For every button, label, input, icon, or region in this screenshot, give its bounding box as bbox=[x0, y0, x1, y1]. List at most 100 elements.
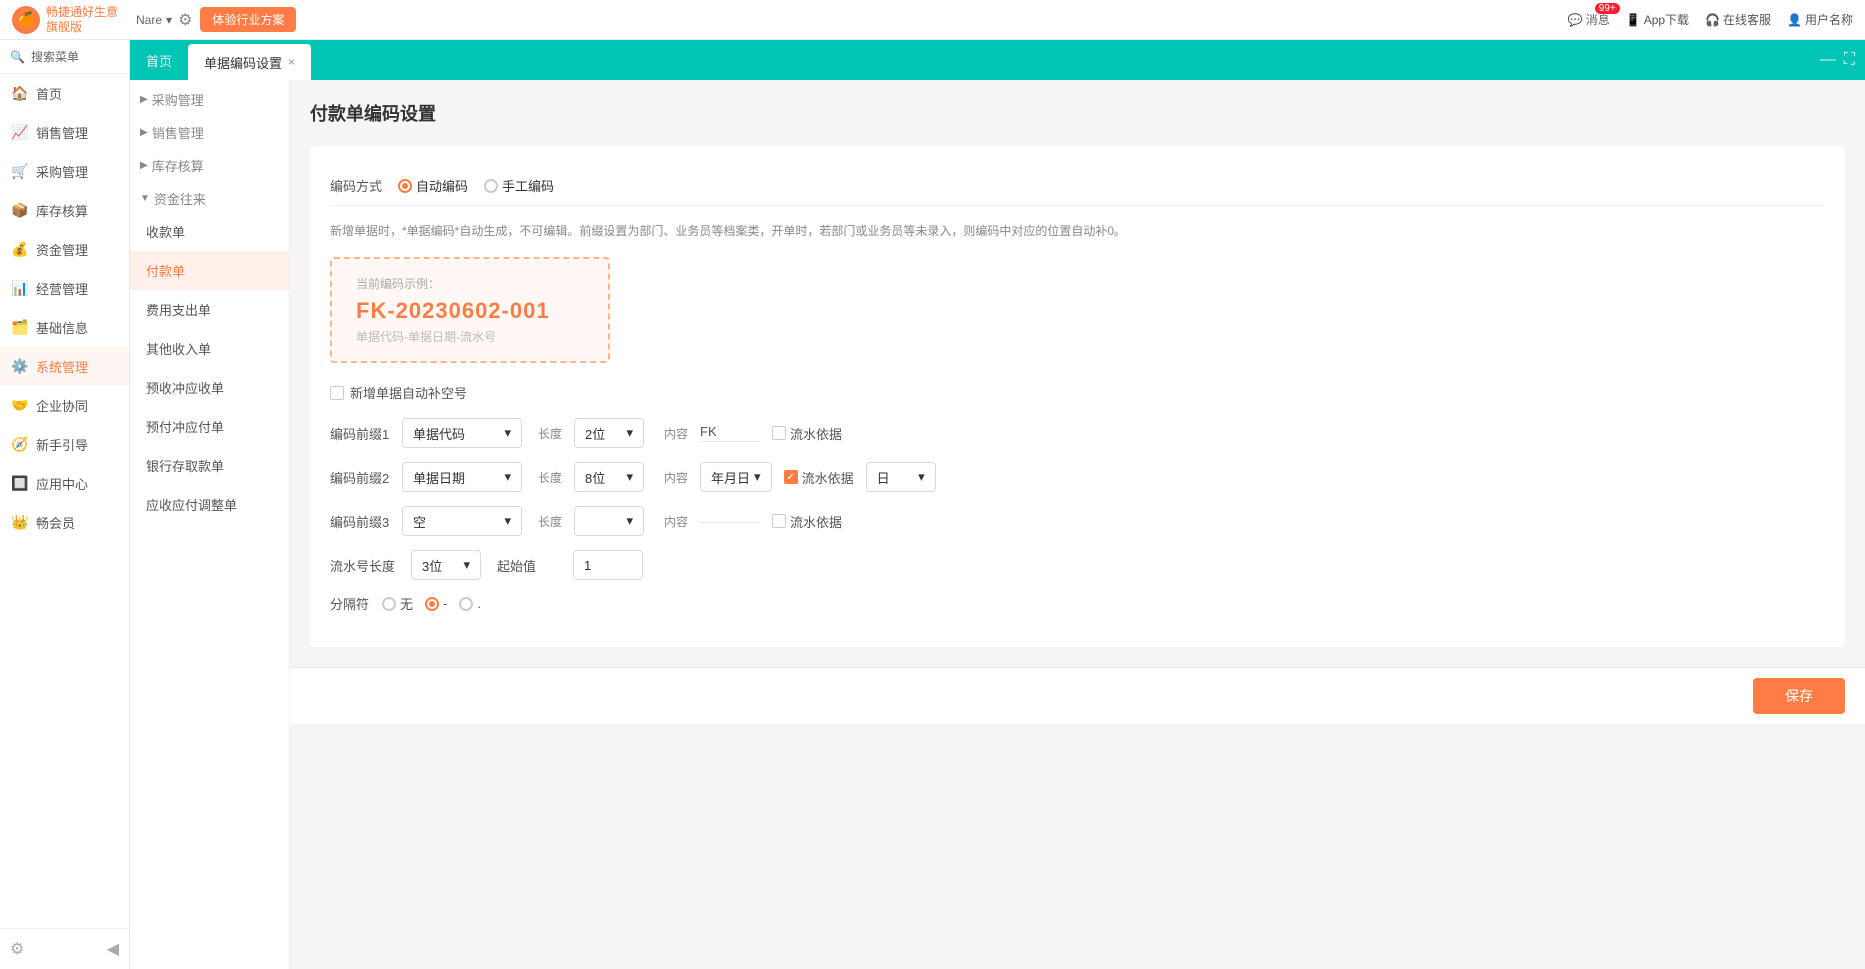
length1-label: 长度 bbox=[538, 425, 562, 442]
manual-encode-dot bbox=[484, 179, 498, 193]
trial-button[interactable]: 体验行业方案 bbox=[200, 7, 296, 32]
stream3-checkbox[interactable]: 流水依据 bbox=[772, 512, 842, 531]
content-with-submenu: ▶ 采购管理 ▶ 销售管理 ▶ 库存核算 ▼ 资金往来 收款单 付款单 费用支出… bbox=[130, 80, 1865, 969]
home-icon: 🏠 bbox=[12, 86, 28, 102]
search-icon: 🔍 bbox=[10, 50, 25, 64]
sidebar-item-purchase[interactable]: 🛒 采购管理 bbox=[0, 152, 129, 191]
inventory-icon: 📦 bbox=[12, 203, 28, 219]
tab-close-button[interactable]: × bbox=[288, 55, 295, 69]
submenu-item-yingshou[interactable]: 应收应付调整单 bbox=[130, 485, 289, 524]
sidebar-item-finance[interactable]: 💰 资金管理 bbox=[0, 230, 129, 269]
logo-icon: 🍊 bbox=[12, 6, 40, 34]
prefix2-select[interactable]: 单据日期 ▾ bbox=[402, 462, 522, 492]
stream2-period-select[interactable]: 日 ▾ bbox=[866, 462, 936, 492]
submenu-group-sales[interactable]: ▶ 销售管理 bbox=[130, 113, 289, 146]
manual-encode-radio[interactable]: 手工编码 bbox=[484, 176, 554, 195]
sidebar-item-home[interactable]: 🏠 首页 bbox=[0, 74, 129, 113]
sep-dot-radio[interactable]: . bbox=[459, 596, 481, 611]
start-value-input[interactable]: 1 bbox=[573, 550, 643, 580]
stream2-checkbox-box[interactable]: ✓ bbox=[784, 470, 798, 484]
submenu-group-finance[interactable]: ▼ 资金往来 bbox=[130, 179, 289, 212]
sidebar-item-guide[interactable]: 🧭 新手引导 bbox=[0, 425, 129, 464]
encode-radio-group: 自动编码 手工编码 bbox=[398, 176, 554, 195]
purchase-icon: 🛒 bbox=[12, 164, 28, 180]
prefix1-select[interactable]: 单据代码 ▾ bbox=[402, 418, 522, 448]
sidebar-item-operations[interactable]: 📊 经营管理 bbox=[0, 269, 129, 308]
sidebar-item-enterprise[interactable]: 🤝 企业协同 bbox=[0, 386, 129, 425]
tab-encode-settings[interactable]: 单据编码设置 × bbox=[188, 44, 311, 80]
stream1-checkbox[interactable]: 流水依据 bbox=[772, 424, 842, 443]
chevron-down-icon: ▾ bbox=[626, 469, 633, 485]
serial-length-label: 流水号长度 bbox=[330, 556, 395, 575]
separator-label: 分隔符 bbox=[330, 594, 370, 613]
system-icon: ⚙️ bbox=[12, 359, 28, 375]
settings-icon[interactable]: ⚙ bbox=[178, 10, 192, 30]
sidebar-item-inventory[interactable]: 📦 库存核算 bbox=[0, 191, 129, 230]
length2-select[interactable]: 8位 ▾ bbox=[574, 462, 644, 492]
sidebar-item-apps[interactable]: 🔲 应用中心 bbox=[0, 464, 129, 503]
messages-button[interactable]: 💬 消息 99+ bbox=[1568, 11, 1610, 28]
prefix3-row: 编码前缀3 空 ▾ 长度 ▾ 内容 bbox=[330, 506, 1825, 536]
length2-label: 长度 bbox=[538, 469, 562, 486]
form-container: 编码方式 自动编码 手工编码 bbox=[310, 146, 1845, 647]
submenu-item-yinhang[interactable]: 银行存取款单 bbox=[130, 446, 289, 485]
submenu-item-yushou[interactable]: 预收冲应收单 bbox=[130, 368, 289, 407]
download-icon: 📱 bbox=[1626, 13, 1641, 27]
content-area: 首页 单据编码设置 × — ⛶ ▶ 采购管理 ▶ 销售管理 bbox=[130, 40, 1865, 969]
expand-icon-inventory: ▶ bbox=[140, 160, 148, 171]
sidebar-item-basic[interactable]: 🗂️ 基础信息 bbox=[0, 308, 129, 347]
start-value-label: 起始值 bbox=[497, 556, 557, 575]
sep-none-radio[interactable]: 无 bbox=[382, 594, 413, 613]
content2-label: 内容 bbox=[664, 469, 688, 486]
stream2-checkbox[interactable]: ✓ 流水依据 bbox=[784, 468, 854, 487]
submenu-item-qitashouru[interactable]: 其他收入单 bbox=[130, 329, 289, 368]
sidebar-item-sales[interactable]: 📈 销售管理 bbox=[0, 113, 129, 152]
submenu-group-purchase[interactable]: ▶ 采购管理 bbox=[130, 80, 289, 113]
chevron-down-icon: ▾ bbox=[918, 469, 925, 485]
main-layout: 🔍 搜索菜单 🏠 首页 📈 销售管理 🛒 采购管理 📦 库存核算 💰 资金管理 … bbox=[0, 40, 1865, 969]
user-account[interactable]: 👤 用户名称 bbox=[1787, 11, 1853, 28]
length3-label: 长度 bbox=[538, 513, 562, 530]
auto-fill-checkbox[interactable] bbox=[330, 386, 344, 400]
sidebar-item-system[interactable]: ⚙️ 系统管理 bbox=[0, 347, 129, 386]
stream3-checkbox-box[interactable] bbox=[772, 514, 786, 528]
top-bar-nav[interactable]: Nare ▾ ⚙ bbox=[136, 10, 192, 30]
length3-select[interactable]: ▾ bbox=[574, 506, 644, 536]
top-bar-right: 💬 消息 99+ 📱 App下载 🎧 在线客服 👤 用户名称 bbox=[1568, 11, 1853, 28]
search-menu-header[interactable]: 🔍 搜索菜单 bbox=[0, 40, 129, 74]
code-preview-value: FK-20230602-001 bbox=[356, 298, 584, 324]
main-content: 付款单编码设置 编码方式 自动编码 bbox=[290, 80, 1865, 969]
tab-home[interactable]: 首页 bbox=[130, 40, 188, 80]
prefix3-select[interactable]: 空 ▾ bbox=[402, 506, 522, 536]
auto-encode-radio[interactable]: 自动编码 bbox=[398, 176, 468, 195]
save-button[interactable]: 保存 bbox=[1753, 678, 1845, 714]
top-bar: 🍊 畅捷通好生意 旗舰版 Nare ▾ ⚙ 体验行业方案 💬 消息 99+ 📱 … bbox=[0, 0, 1865, 40]
stream1-checkbox-box[interactable] bbox=[772, 426, 786, 440]
sidebar-item-member[interactable]: 👑 畅会员 bbox=[0, 503, 129, 542]
code-preview-sub: 单据代码-单据日期-流水号 bbox=[356, 328, 584, 345]
window-minimize-icon[interactable]: — bbox=[1820, 51, 1836, 69]
submenu-item-shoukuandan[interactable]: 收款单 bbox=[130, 212, 289, 251]
code-preview-box: 当前编码示例： FK-20230602-001 单据代码-单据日期-流水号 bbox=[330, 257, 610, 363]
page-title: 付款单编码设置 bbox=[310, 100, 1845, 126]
operations-icon: 📊 bbox=[12, 281, 28, 297]
submenu-item-fukuandan[interactable]: 付款单 bbox=[130, 251, 289, 290]
content2-select[interactable]: 年月日 ▾ bbox=[700, 462, 772, 492]
submenu-item-yufu[interactable]: 预付冲应付单 bbox=[130, 407, 289, 446]
online-service-button[interactable]: 🎧 在线客服 bbox=[1705, 11, 1771, 28]
window-maximize-icon[interactable]: ⛶ bbox=[1844, 51, 1855, 69]
submenu-group-inventory[interactable]: ▶ 库存核算 bbox=[130, 146, 289, 179]
submenu-item-feiyong[interactable]: 费用支出单 bbox=[130, 290, 289, 329]
settings-footer-icon[interactable]: ⚙ bbox=[10, 939, 24, 959]
serial-length-select[interactable]: 3位 ▾ bbox=[411, 550, 481, 580]
page-content-area: 付款单编码设置 编码方式 自动编码 bbox=[290, 80, 1865, 667]
nav-select[interactable]: Nare ▾ bbox=[136, 13, 172, 27]
separator-radio-group: 无 - . bbox=[382, 594, 481, 613]
collapse-icon[interactable]: ◀ bbox=[107, 939, 119, 959]
length1-select[interactable]: 2位 ▾ bbox=[574, 418, 644, 448]
app-download-button[interactable]: 📱 App下载 bbox=[1626, 11, 1689, 28]
sep-hyphen-radio[interactable]: - bbox=[425, 596, 447, 611]
auto-fill-checkbox-row[interactable]: 新增单据自动补空号 bbox=[330, 383, 1825, 402]
info-text: 新增单据时，*单据编码*自动生成，不可编辑。前缀设置为部门、业务员等档案类，开单… bbox=[330, 222, 1825, 241]
sales-icon: 📈 bbox=[12, 125, 28, 141]
